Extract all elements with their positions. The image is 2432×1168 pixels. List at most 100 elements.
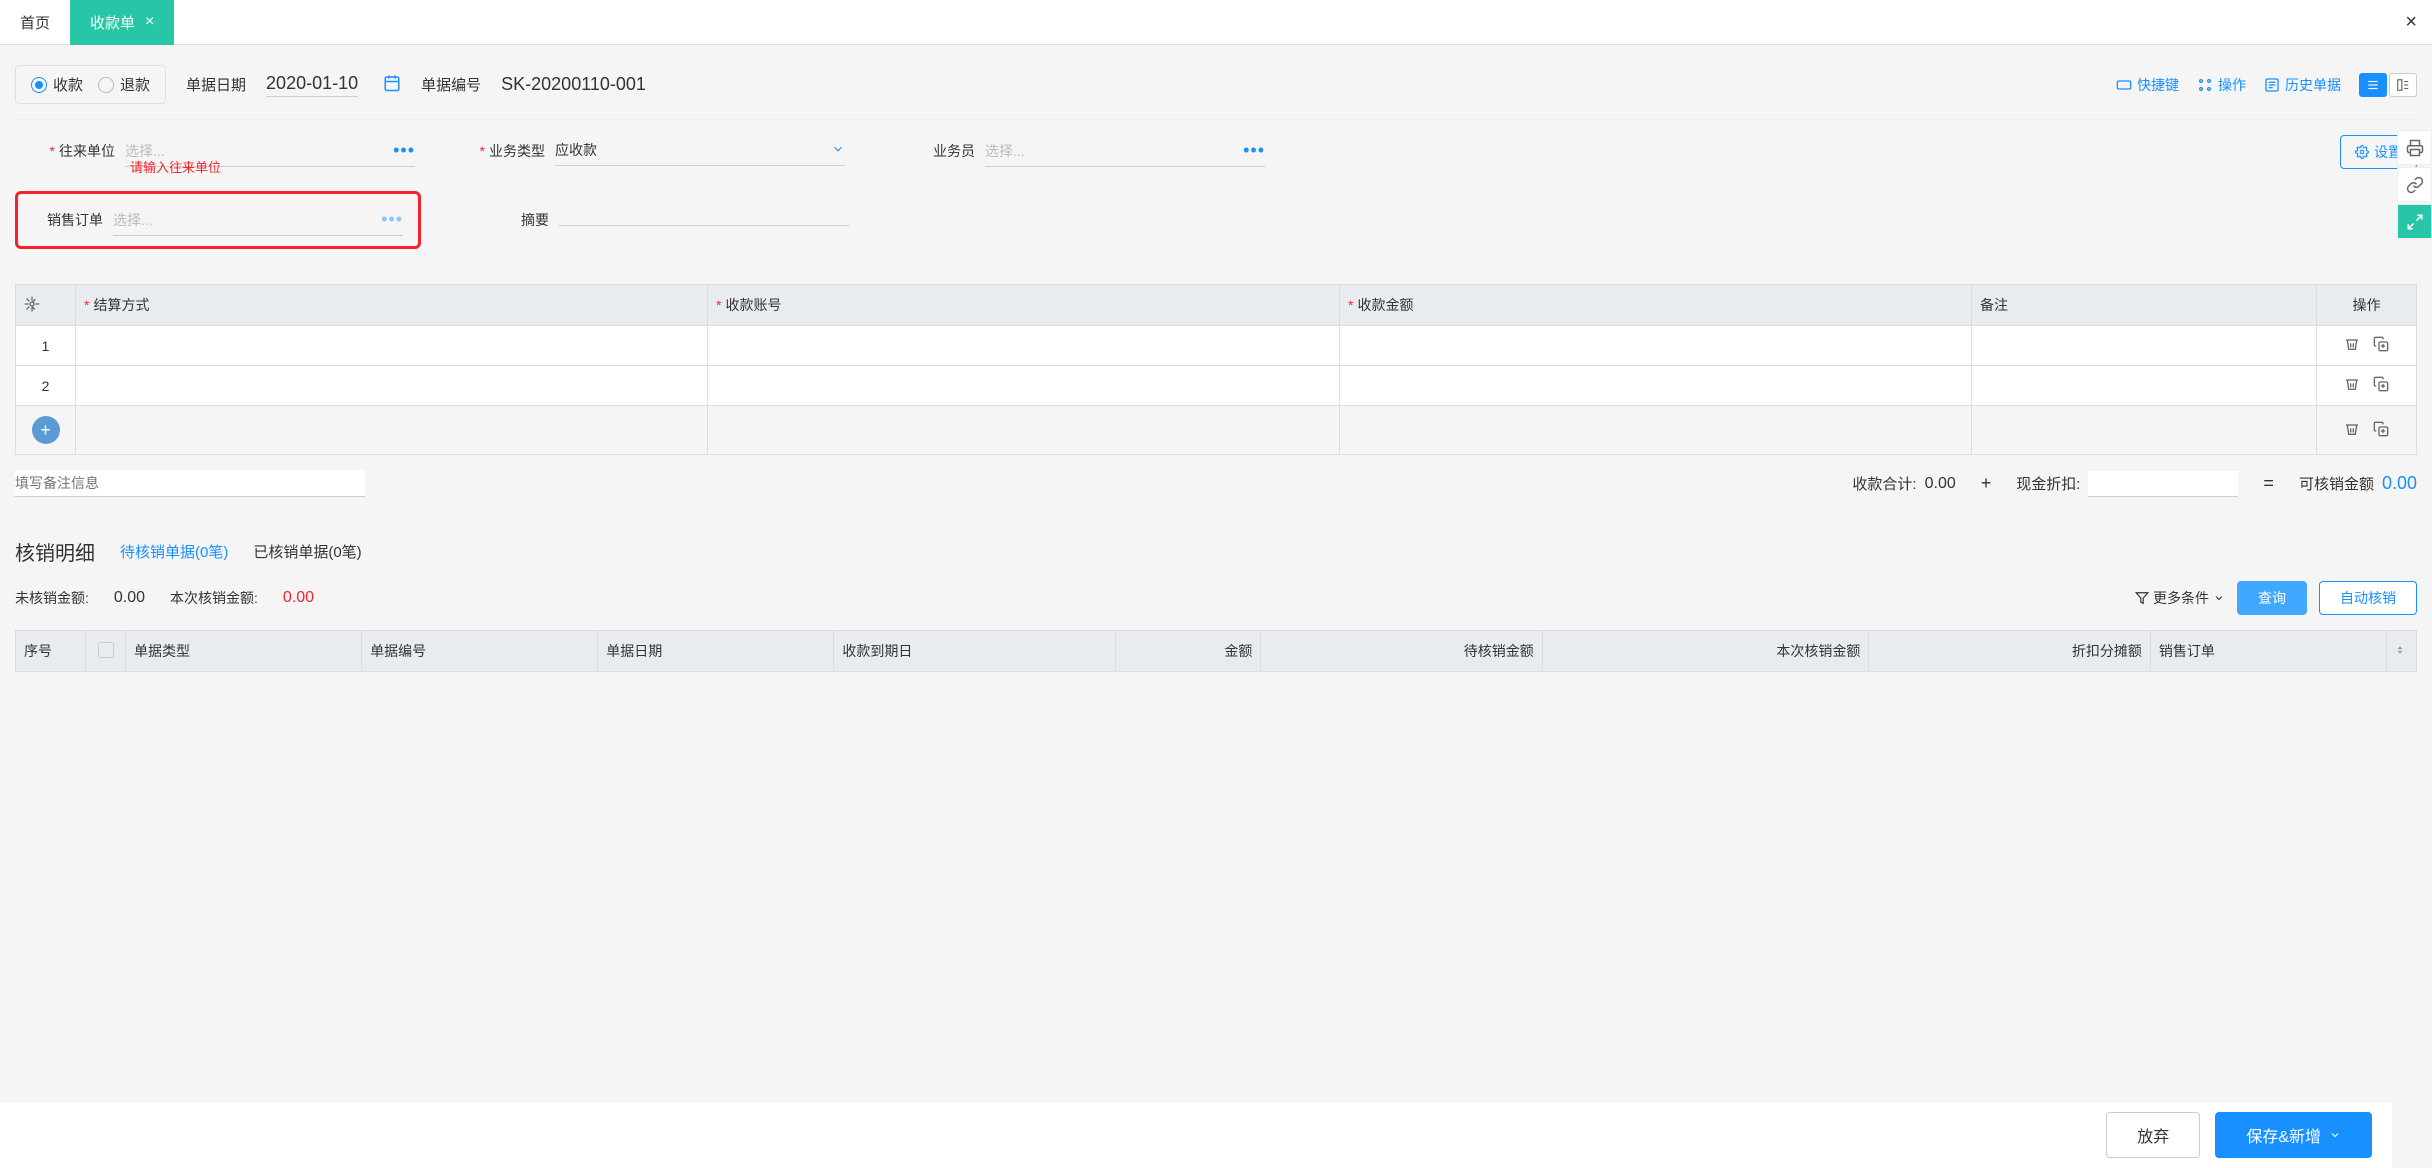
radio-group: 收款 退款 bbox=[15, 65, 166, 104]
tab-pending[interactable]: 待核销单据(0笔) bbox=[120, 541, 228, 562]
tabs-bar: 首页 收款单 × × bbox=[0, 0, 2432, 45]
writeoff-amt-label: 可核销金额 bbox=[2299, 473, 2374, 494]
radio-receive-label: 收款 bbox=[53, 74, 83, 95]
tab-home[interactable]: 首页 bbox=[0, 0, 70, 45]
col-due[interactable]: 收款到期日 bbox=[834, 631, 1115, 672]
view-mode-list[interactable] bbox=[2359, 73, 2387, 97]
writeoff-amt-value: 0.00 bbox=[2382, 473, 2417, 494]
col-settle: *结算方式 bbox=[76, 285, 708, 326]
gear-icon bbox=[24, 296, 40, 312]
total-value: 0.00 bbox=[1925, 475, 1956, 493]
cancel-button[interactable]: 放弃 bbox=[2106, 1112, 2200, 1158]
equals-sign: = bbox=[2263, 473, 2274, 494]
save-button[interactable]: 保存&新增 bbox=[2215, 1112, 2372, 1158]
tab-receipt-label: 收款单 bbox=[90, 12, 135, 33]
more-icon[interactable]: ••• bbox=[381, 209, 403, 230]
table-row[interactable]: 1 bbox=[16, 326, 2417, 366]
grid-icon bbox=[2197, 77, 2213, 93]
date-label: 单据日期 bbox=[186, 74, 246, 95]
detail-icon bbox=[2396, 78, 2410, 92]
pending-amt-label: 未核销金额: bbox=[15, 588, 89, 608]
checkbox-icon[interactable] bbox=[98, 642, 114, 658]
col-seq: 序号 bbox=[16, 631, 86, 672]
col-ops: 操作 bbox=[2317, 285, 2417, 326]
delete-icon[interactable] bbox=[2344, 379, 2360, 395]
col-amount[interactable]: 金额 bbox=[1115, 631, 1261, 672]
query-button[interactable]: 查询 bbox=[2237, 581, 2307, 615]
footer: 放弃 保存&新增 bbox=[0, 1101, 2392, 1168]
col-order[interactable]: 销售订单 bbox=[2150, 631, 2386, 672]
copy-icon[interactable] bbox=[2373, 424, 2389, 440]
col-share[interactable]: 折扣分摊额 bbox=[1869, 631, 2150, 672]
radio-receive[interactable]: 收款 bbox=[31, 74, 83, 95]
col-date[interactable]: 单据日期 bbox=[598, 631, 834, 672]
col-pending[interactable]: 待核销金额 bbox=[1261, 631, 1542, 672]
date-value[interactable]: 2020-01-10 bbox=[266, 73, 358, 97]
summary-label: 摘要 bbox=[459, 210, 549, 230]
more-icon[interactable]: ••• bbox=[1243, 140, 1265, 161]
link-icon bbox=[2406, 176, 2424, 194]
keyboard-icon bbox=[2116, 77, 2132, 93]
chevron-down-icon bbox=[2329, 1129, 2341, 1141]
printer-icon bbox=[2406, 139, 2424, 157]
close-all-icon[interactable]: × bbox=[2405, 11, 2417, 34]
discount-input[interactable] bbox=[2088, 471, 2238, 497]
more-conditions-button[interactable]: 更多条件 bbox=[2135, 588, 2225, 608]
copy-icon[interactable] bbox=[2373, 339, 2389, 355]
discount-label: 现金折扣: bbox=[2016, 473, 2080, 494]
biztype-select[interactable]: 应收款 bbox=[555, 135, 845, 166]
more-icon[interactable]: ••• bbox=[393, 140, 415, 161]
sort-icon bbox=[2395, 643, 2405, 657]
add-row-button[interactable]: + bbox=[32, 416, 60, 444]
col-sort[interactable] bbox=[2387, 631, 2417, 672]
col-remark: 备注 bbox=[1972, 285, 2317, 326]
add-row: + bbox=[16, 406, 2417, 455]
header-row: 收款 退款 单据日期 2020-01-10 单据编号 SK-20200110-0… bbox=[15, 60, 2417, 120]
gear-icon bbox=[2355, 145, 2369, 159]
history-button[interactable]: 历史单据 bbox=[2264, 75, 2341, 95]
list-icon bbox=[2264, 77, 2280, 93]
payment-table: *结算方式 *收款账号 *收款金额 备注 操作 1 2 bbox=[15, 284, 2417, 455]
calendar-icon[interactable] bbox=[383, 74, 401, 95]
col-no[interactable]: 单据编号 bbox=[362, 631, 598, 672]
shortcut-button[interactable]: 快捷键 bbox=[2116, 75, 2179, 95]
clerk-label: 业务员 bbox=[875, 141, 975, 161]
tab-done[interactable]: 已核销单据(0笔) bbox=[253, 541, 361, 562]
col-gear[interactable] bbox=[16, 285, 76, 326]
expand-icon bbox=[2406, 213, 2424, 231]
col-amount: *收款金额 bbox=[1340, 285, 1972, 326]
this-amt-value: 0.00 bbox=[283, 589, 314, 607]
view-mode-detail[interactable] bbox=[2389, 73, 2417, 97]
side-print-button[interactable] bbox=[2397, 130, 2432, 165]
tab-receipt[interactable]: 收款单 × bbox=[70, 0, 174, 45]
writeoff-bar: 未核销金额: 0.00 本次核销金额: 0.00 更多条件 查询 自动核销 bbox=[15, 566, 2417, 630]
radio-checked-icon bbox=[31, 77, 47, 93]
pending-amt-value: 0.00 bbox=[114, 589, 145, 607]
side-expand-button[interactable] bbox=[2397, 204, 2432, 239]
summary-input[interactable] bbox=[559, 215, 849, 226]
unit-label: *往来单位 bbox=[15, 141, 115, 161]
close-icon[interactable]: × bbox=[145, 13, 154, 31]
table-row[interactable]: 2 bbox=[16, 366, 2417, 406]
delete-icon[interactable] bbox=[2344, 339, 2360, 355]
auto-writeoff-button[interactable]: 自动核销 bbox=[2319, 581, 2417, 615]
radio-refund-label: 退款 bbox=[120, 74, 150, 95]
radio-refund[interactable]: 退款 bbox=[98, 74, 150, 95]
operate-button[interactable]: 操作 bbox=[2197, 75, 2246, 95]
radio-unchecked-icon bbox=[98, 77, 114, 93]
order-input[interactable]: 选择... ••• bbox=[113, 204, 403, 236]
clerk-input[interactable]: 选择... ••• bbox=[985, 135, 1265, 167]
writeoff-table: 序号 单据类型 单据编号 单据日期 收款到期日 金额 待核销金额 本次核销金额 … bbox=[15, 630, 2417, 672]
col-account: *收款账号 bbox=[708, 285, 1340, 326]
side-link-button[interactable] bbox=[2397, 167, 2432, 202]
copy-icon[interactable] bbox=[2373, 379, 2389, 395]
remark-input[interactable] bbox=[15, 470, 365, 497]
no-label: 单据编号 bbox=[421, 74, 481, 95]
delete-icon[interactable] bbox=[2344, 424, 2360, 440]
lines-icon bbox=[2366, 78, 2380, 92]
total-label: 收款合计: bbox=[1852, 473, 1916, 494]
col-checkbox[interactable] bbox=[86, 631, 126, 672]
col-this[interactable]: 本次核销金额 bbox=[1542, 631, 1869, 672]
col-type[interactable]: 单据类型 bbox=[126, 631, 362, 672]
biztype-label: *业务类型 bbox=[445, 141, 545, 161]
